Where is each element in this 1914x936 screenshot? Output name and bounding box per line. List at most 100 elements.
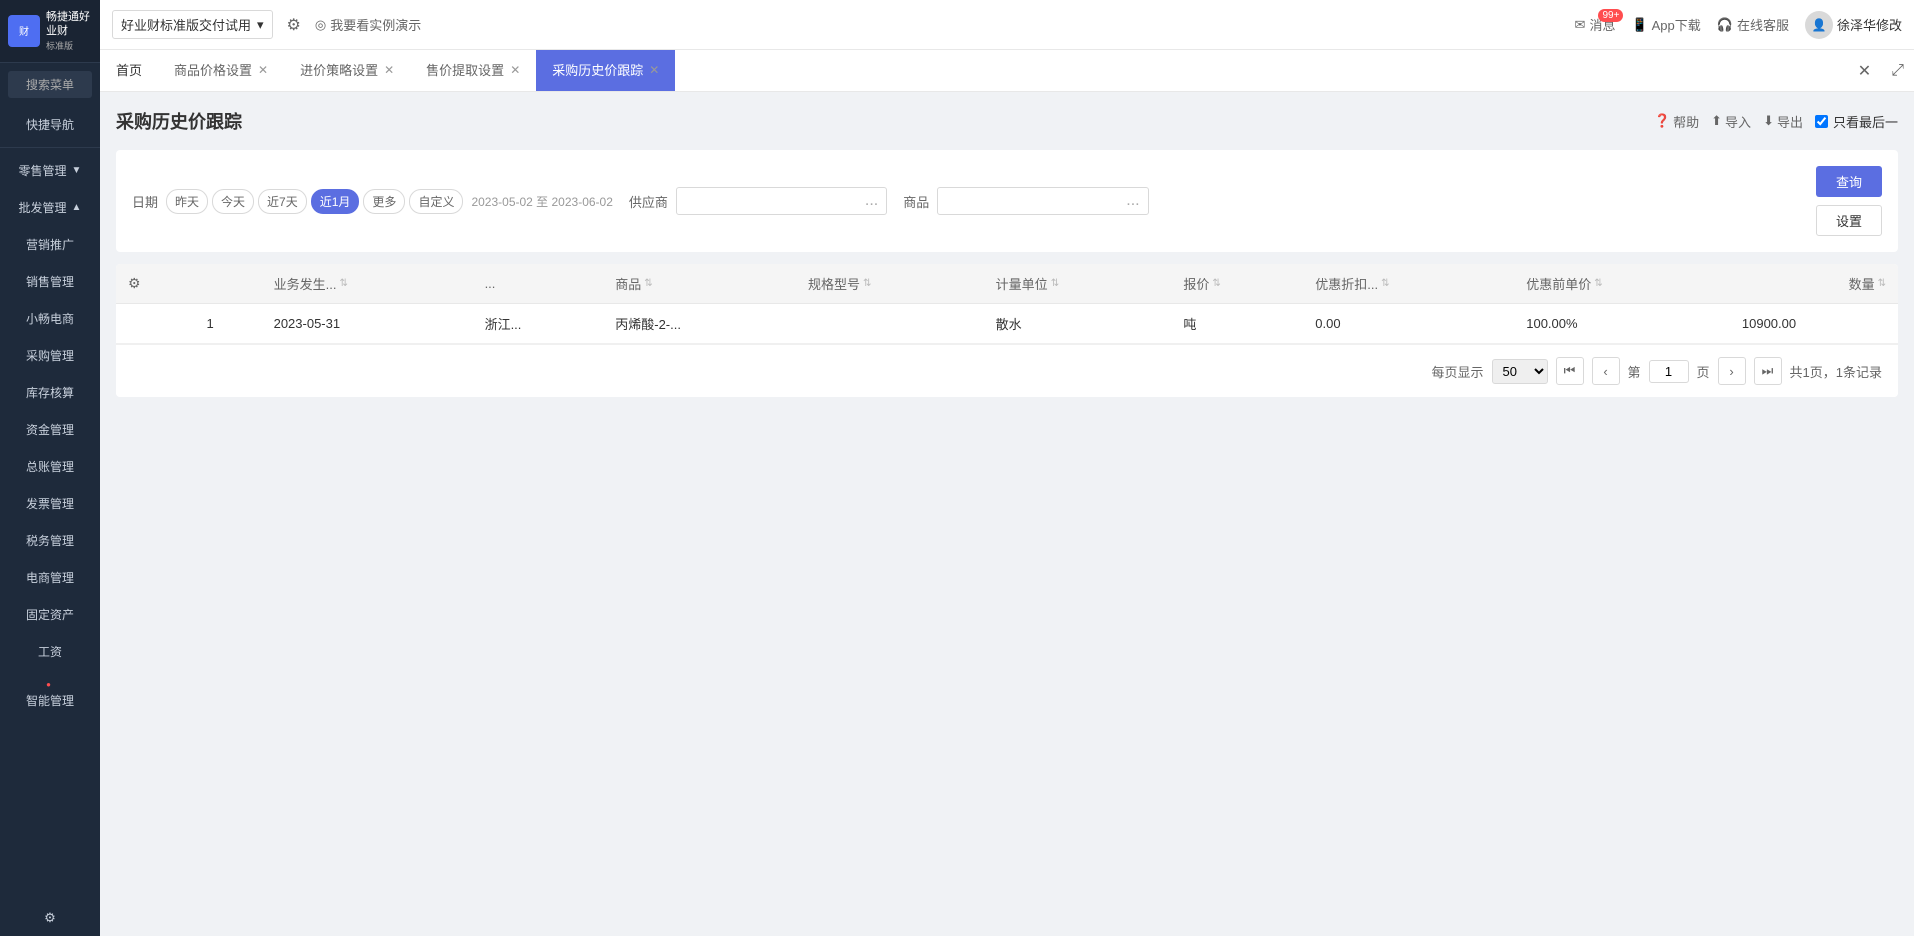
close-tab-button[interactable]: ✕ (1848, 53, 1881, 89)
gear-icon[interactable]: ⚙ (128, 275, 141, 291)
custom-btn[interactable]: 自定义 (409, 189, 463, 214)
tab-sale-price[interactable]: 售价提取设置 ✕ (410, 50, 536, 91)
topbar-gear-button[interactable]: ⚙ (283, 11, 305, 39)
tab-purchase-strategy[interactable]: 进价策略设置 ✕ (284, 50, 410, 91)
supplier-input[interactable] (685, 194, 861, 209)
logo-icon: 财 (8, 15, 40, 47)
sidebar-item-label: 销售管理 (26, 273, 74, 290)
sidebar-item-purchase[interactable]: 采购管理 (0, 337, 100, 374)
sidebar-search-area: 搜索菜单 (0, 63, 100, 106)
sidebar-item-label: 批发管理 (19, 199, 67, 216)
yesterday-btn[interactable]: 昨天 (166, 189, 208, 214)
message-badge: 99+ (1598, 9, 1623, 22)
supplier-label: 供应商 (629, 192, 668, 211)
filter-row: 日期 昨天 今天 近7天 近1月 更多 自定义 2023-05-02 至 202… (132, 166, 1882, 236)
per-page-select[interactable]: 50 20 100 (1492, 359, 1548, 384)
today-btn[interactable]: 今天 (212, 189, 254, 214)
help-link[interactable]: ❓ 帮助 (1654, 112, 1699, 131)
th-goods[interactable]: 商品 ⇅ (603, 264, 796, 304)
data-table: ⚙ 业务发生... ⇅ ... 商品 ⇅ (116, 264, 1898, 344)
sidebar-item-fixed-assets[interactable]: 固定资产 (0, 596, 100, 633)
date-filter-label: 日期 (132, 192, 158, 211)
sidebar-item-smart[interactable]: ●智能管理 (0, 670, 100, 719)
th-qty[interactable]: 数量 ⇅ (1730, 264, 1898, 304)
sidebar-logo: 财 畅捷通好业财 标准版 (0, 0, 100, 63)
th-biz-date[interactable]: 业务发生... ⇅ (262, 264, 473, 304)
message-button[interactable]: ✉ 消息 99+ (1575, 15, 1616, 34)
last1m-btn[interactable]: 近1月 (311, 189, 360, 214)
first-page-button[interactable]: ⏮ (1556, 357, 1584, 385)
sidebar-bottom: ⚙ (0, 900, 100, 936)
table-row: 1 2023-05-31 浙江... 丙烯酸-2-... 散水 吨 0.00 1… (116, 304, 1898, 344)
supplier-more-icon[interactable]: ... (865, 192, 878, 210)
last-only-checkbox-label[interactable]: 只看最后一 (1815, 112, 1898, 131)
th-unit[interactable]: 计量单位 ⇅ (984, 264, 1172, 304)
search-menu-button[interactable]: 搜索菜单 (8, 71, 92, 98)
sort-icon: ⇅ (644, 278, 652, 289)
close-icon[interactable]: ✕ (649, 63, 659, 77)
sidebar-item-wholesale[interactable]: 批发管理 ▲ (0, 189, 100, 226)
sidebar-item-finance[interactable]: 资金管理 (0, 411, 100, 448)
cell-supplier: 浙江... (473, 304, 604, 344)
import-link[interactable]: ⬆ 导入 (1711, 112, 1751, 131)
maximize-tab-button[interactable]: ⤢ (1881, 54, 1914, 88)
tab-history-price[interactable]: 采购历史价跟踪 ✕ (536, 50, 675, 91)
page-number-input[interactable] (1649, 360, 1689, 383)
data-table-card: ⚙ 业务发生... ⇅ ... 商品 ⇅ (116, 264, 1898, 397)
goods-filter: 商品 ... (903, 187, 1148, 215)
last7-btn[interactable]: 近7天 (258, 189, 307, 214)
sort-icon: ⇅ (1594, 278, 1602, 289)
sidebar-gear-button[interactable]: ⚙ (0, 900, 100, 936)
close-icon[interactable]: ✕ (510, 63, 520, 77)
tab-home[interactable]: 首页 (100, 50, 158, 91)
gear-icon: ⚙ (44, 910, 56, 925)
prev-page-button[interactable]: ‹ (1592, 357, 1620, 385)
sidebar-item-sales[interactable]: 销售管理 (0, 263, 100, 300)
tab-label: 进价策略设置 (300, 60, 378, 79)
last-only-checkbox[interactable] (1815, 115, 1828, 128)
settings-button[interactable]: 设置 (1816, 205, 1882, 236)
version-selector-text: 好业财标准版交付试用 (121, 15, 251, 34)
close-icon[interactable]: ✕ (384, 63, 394, 77)
date-filter: 日期 昨天 今天 近7天 近1月 更多 自定义 2023-05-02 至 202… (132, 189, 613, 214)
goods-more-icon[interactable]: ... (1126, 192, 1139, 210)
goods-input[interactable] (946, 194, 1122, 209)
th-price[interactable]: 报价 ⇅ (1171, 264, 1303, 304)
app-download-button[interactable]: 📱 App下载 (1631, 15, 1700, 34)
sidebar-item-retail[interactable]: 零售管理 ▼ (0, 152, 100, 189)
th-discount[interactable]: 优惠折扣... ⇅ (1303, 264, 1514, 304)
query-button[interactable]: 查询 (1816, 166, 1882, 197)
content-area: 采购历史价跟踪 ❓ 帮助 ⬆ 导入 ⬇ 导出 只看最后一 (100, 92, 1914, 936)
th-dots[interactable]: ... (473, 264, 604, 304)
sidebar-item-stock[interactable]: 库存核算 (0, 374, 100, 411)
main-area: 好业财标准版交付试用 ▾ ⚙ ◎ 我要看实例演示 ✉ 消息 99+ 📱 App下… (100, 0, 1914, 936)
online-service-button[interactable]: 🎧 在线客服 (1717, 15, 1789, 34)
page-actions: ❓ 帮助 ⬆ 导入 ⬇ 导出 只看最后一 (1654, 112, 1898, 131)
close-icon[interactable]: ✕ (258, 63, 268, 77)
sidebar-item-ecommerce[interactable]: 电商管理 (0, 559, 100, 596)
sort-icon: ⇅ (1051, 278, 1059, 289)
more-btn[interactable]: 更多 (363, 189, 405, 214)
next-page-button[interactable]: › (1718, 357, 1746, 385)
sort-icon: ⇅ (863, 278, 871, 289)
sidebar-item-quick-nav[interactable]: 快捷导航 (0, 106, 100, 143)
cell-pre-discount-price: 10900.00 (1730, 304, 1898, 344)
user-menu-button[interactable]: 👤 徐泽华修改 (1805, 11, 1902, 39)
sidebar-item-label: 零售管理 (19, 162, 67, 179)
th-pre-discount-price[interactable]: 优惠前单价 ⇅ (1514, 264, 1730, 304)
user-name: 徐泽华修改 (1837, 15, 1902, 34)
last-page-button[interactable]: ⏭ (1754, 357, 1782, 385)
tab-price-settings[interactable]: 商品价格设置 ✕ (158, 50, 284, 91)
demo-link[interactable]: ◎ 我要看实例演示 (315, 15, 421, 34)
sidebar-item-general-ledger[interactable]: 总账管理 (0, 448, 100, 485)
sidebar-item-marketing[interactable]: 营销推广 (0, 226, 100, 263)
sidebar-item-invoice[interactable]: 发票管理 (0, 485, 100, 522)
sidebar-item-tax[interactable]: 税务管理 (0, 522, 100, 559)
sidebar-item-salary[interactable]: 工资 (0, 633, 100, 670)
th-spec[interactable]: 规格型号 ⇅ (796, 264, 984, 304)
sidebar-item-ecommerce-small[interactable]: 小畅电商 (0, 300, 100, 337)
cell-biz-date: 2023-05-31 (262, 304, 473, 344)
supplier-filter: 供应商 ... (629, 187, 887, 215)
export-link[interactable]: ⬇ 导出 (1763, 112, 1803, 131)
version-selector[interactable]: 好业财标准版交付试用 ▾ (112, 10, 273, 39)
